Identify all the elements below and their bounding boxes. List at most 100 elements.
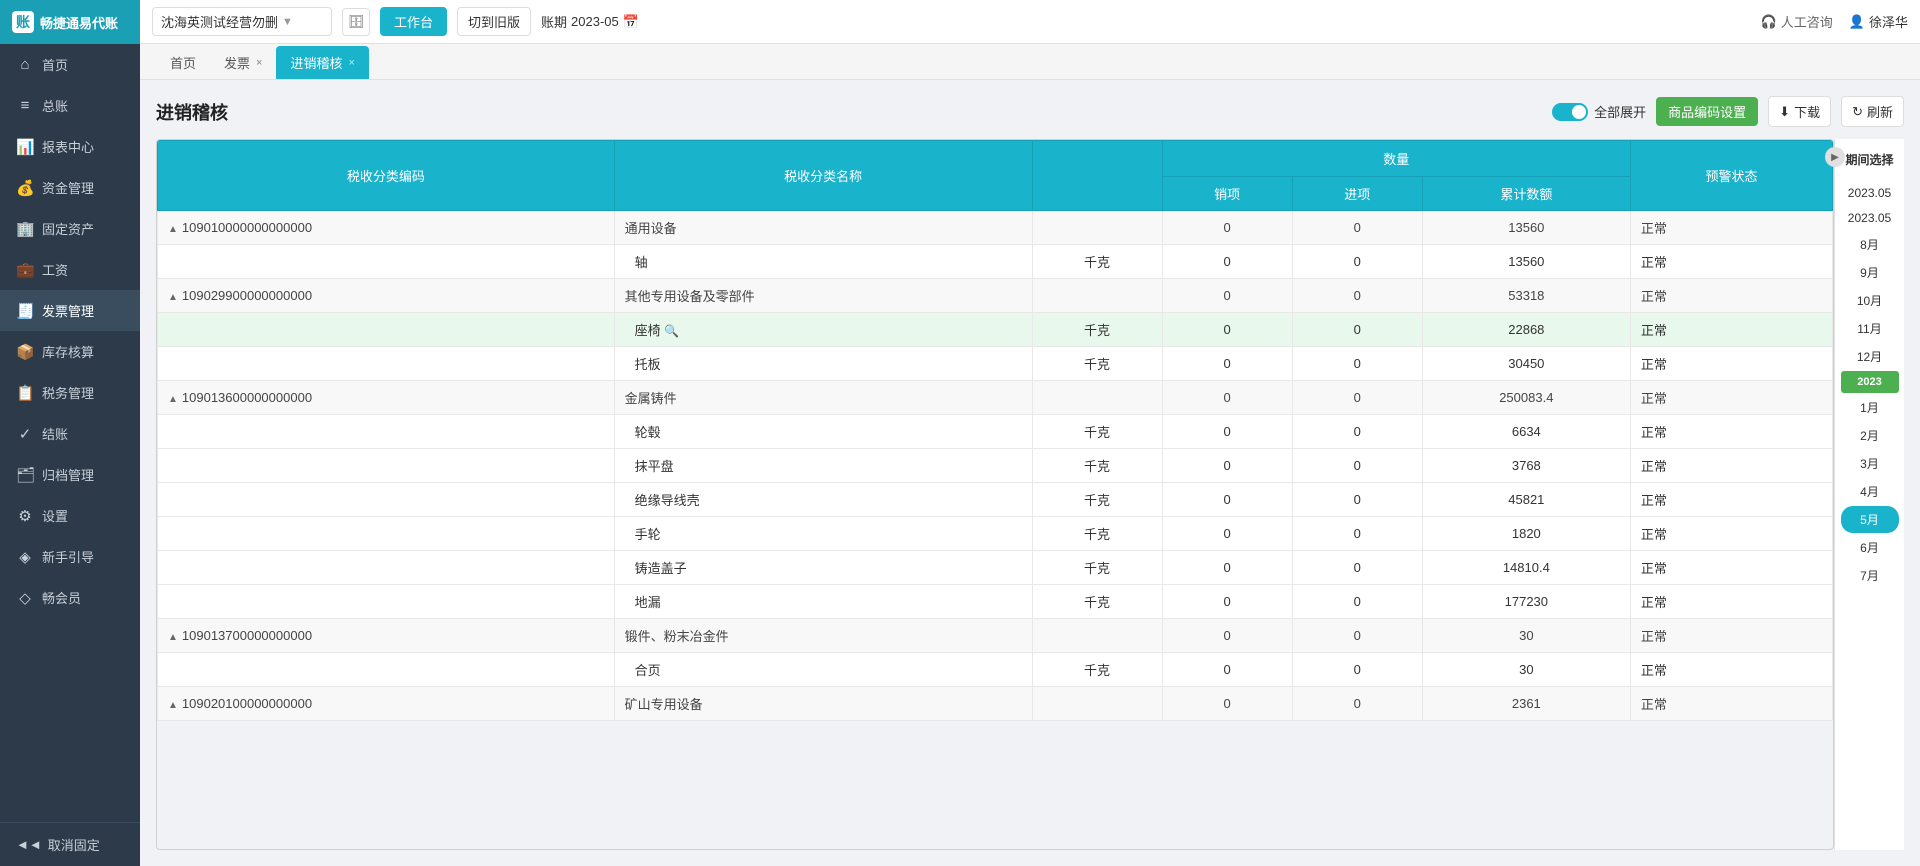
sidebar-item-label: 报表中心 [42, 137, 94, 156]
sidebar-item-label: 库存核算 [42, 342, 94, 361]
sidebar-item-guide[interactable]: ◈ 新手引导 [0, 536, 140, 577]
sidebar-item-ledger[interactable]: ≡ 总账 [0, 85, 140, 126]
row-status: 正常 [1630, 517, 1832, 551]
sidebar-item-home[interactable]: ⌂ 首页 [0, 44, 140, 85]
period-item[interactable]: 8月 [1841, 231, 1899, 258]
tree-expand-icon[interactable]: ▲ [168, 394, 178, 405]
tree-expand-icon[interactable]: ▲ [168, 292, 178, 303]
expand-toggle[interactable]: 全部展开 [1552, 102, 1646, 121]
period-item[interactable]: 11月 [1841, 315, 1899, 342]
col-header-quantity-group: 数量 [1162, 141, 1630, 177]
member-icon: ◇ [16, 589, 34, 607]
row-code: ▲109013700000000000 [158, 619, 615, 653]
sidebar-item-settings[interactable]: ⚙ 设置 [0, 495, 140, 536]
refresh-button[interactable]: ↻ 刷新 [1841, 96, 1904, 127]
product-code-button[interactable]: 商品编码设置 [1656, 97, 1758, 126]
sidebar-item-settlement[interactable]: ✓ 结账 [0, 413, 140, 454]
sidebar-item-inventory[interactable]: 📦 库存核算 [0, 331, 140, 372]
table-row: 座椅 🔍 千克 0 0 22868 正常 [158, 313, 1833, 347]
row-unit [1032, 279, 1162, 313]
download-button[interactable]: ⬇ 下载 [1768, 96, 1831, 127]
tab-home[interactable]: 首页 [156, 46, 210, 79]
row-purchase: 0 [1292, 585, 1422, 619]
unpin-button[interactable]: ◄◄ 取消固定 [0, 822, 140, 866]
sidebar-item-reports[interactable]: 📊 报表中心 [0, 126, 140, 167]
row-total: 1820 [1422, 517, 1630, 551]
row-total: 13560 [1422, 211, 1630, 245]
row-purchase: 0 [1292, 653, 1422, 687]
col-header-status: 预警状态 [1630, 141, 1832, 211]
archive-button[interactable]: 🗄 [342, 8, 370, 36]
tab-invoice[interactable]: 发票 × [210, 46, 276, 79]
user-menu[interactable]: 👤 徐泽华 [1849, 12, 1908, 31]
period-item[interactable]: 5月 [1841, 506, 1899, 533]
table-row: 绝缘导线壳 千克 0 0 45821 正常 [158, 483, 1833, 517]
row-code [158, 585, 615, 619]
company-selector[interactable]: 沈海英测试经营勿删 ▼ [152, 7, 332, 36]
row-total: 53318 [1422, 279, 1630, 313]
sidebar-item-tax[interactable]: 📋 税务管理 [0, 372, 140, 413]
help-button[interactable]: 🎧 人工咨询 [1761, 12, 1833, 31]
sidebar-item-invoice[interactable]: 🧾 发票管理 [0, 290, 140, 331]
right-period-panel: ▶ 期间选择 2023.052023.058月9月10月11月12月20231月… [1834, 139, 1904, 850]
archive-icon: 🗂 [16, 466, 34, 484]
row-name: 铸造盖子 [614, 551, 1032, 585]
sidebar: 账 畅捷通易代账 ⌂ 首页 ≡ 总账 📊 报表中心 💰 资金管理 🏢 固定资产 … [0, 0, 140, 866]
period-item[interactable]: 2月 [1841, 422, 1899, 449]
row-unit: 千克 [1032, 551, 1162, 585]
row-purchase: 0 [1292, 551, 1422, 585]
row-status: 正常 [1630, 415, 1832, 449]
tree-expand-icon[interactable]: ▲ [168, 700, 178, 711]
sidebar-item-funds[interactable]: 💰 资金管理 [0, 167, 140, 208]
search-icon[interactable]: 🔍 [664, 324, 679, 338]
row-total: 30450 [1422, 347, 1630, 381]
period-panel-title: 期间选择 [1841, 147, 1897, 172]
period-item[interactable]: 10月 [1841, 287, 1899, 314]
workbench-button[interactable]: 工作台 [380, 7, 447, 36]
tree-expand-icon[interactable]: ▲ [168, 224, 178, 235]
table-row: ▲109029900000000000 其他专用设备及零部件 0 0 53318… [158, 279, 1833, 313]
period-item[interactable]: 7月 [1841, 562, 1899, 589]
tab-reconcile[interactable]: 进销稽核 × [276, 46, 368, 79]
sidebar-item-archive[interactable]: 🗂 归档管理 [0, 454, 140, 495]
row-purchase: 0 [1292, 313, 1422, 347]
sidebar-item-assets[interactable]: 🏢 固定资产 [0, 208, 140, 249]
row-status: 正常 [1630, 687, 1832, 721]
panel-toggle-button[interactable]: ▶ [1825, 147, 1845, 167]
period-item[interactable]: 2023.05 [1841, 206, 1899, 230]
table-row: ▲109013700000000000 锻件、粉末冶金件 0 0 30 正常 [158, 619, 1833, 653]
period-item[interactable]: 4月 [1841, 478, 1899, 505]
switch-version-button[interactable]: 切到旧版 [457, 7, 531, 36]
toggle-label-text: 全部展开 [1594, 102, 1646, 121]
period-item[interactable]: 6月 [1841, 534, 1899, 561]
tab-reconcile-close-icon[interactable]: × [348, 57, 354, 69]
row-unit [1032, 687, 1162, 721]
period-item[interactable]: 2023.05 [1841, 181, 1899, 205]
app-logo: 账 畅捷通易代账 [0, 0, 140, 44]
row-total: 14810.4 [1422, 551, 1630, 585]
col-header-code: 税收分类编码 [158, 141, 615, 211]
toggle-switch[interactable] [1552, 103, 1588, 121]
row-unit: 千克 [1032, 653, 1162, 687]
period-item[interactable]: 2023 [1841, 371, 1899, 393]
row-sale: 0 [1162, 619, 1292, 653]
period-item[interactable]: 3月 [1841, 450, 1899, 477]
sidebar-item-member[interactable]: ◇ 畅会员 [0, 577, 140, 618]
period-display: 账期 2023-05 📅 [541, 12, 639, 31]
tree-expand-icon[interactable]: ▲ [168, 632, 178, 643]
period-item[interactable]: 12月 [1841, 343, 1899, 370]
payroll-icon: 💼 [16, 261, 34, 279]
sidebar-item-payroll[interactable]: 💼 工资 [0, 249, 140, 290]
period-item[interactable]: 1月 [1841, 394, 1899, 421]
row-total: 250083.4 [1422, 381, 1630, 415]
row-purchase: 0 [1292, 449, 1422, 483]
row-status: 正常 [1630, 347, 1832, 381]
row-purchase: 0 [1292, 619, 1422, 653]
row-name: 锻件、粉末冶金件 [614, 619, 1032, 653]
tabbar: 首页 发票 × 进销稽核 × [140, 44, 1920, 80]
row-code [158, 653, 615, 687]
tab-invoice-close-icon[interactable]: × [256, 57, 262, 69]
download-icon: ⬇ [1779, 104, 1790, 120]
period-item[interactable]: 9月 [1841, 259, 1899, 286]
row-purchase: 0 [1292, 381, 1422, 415]
